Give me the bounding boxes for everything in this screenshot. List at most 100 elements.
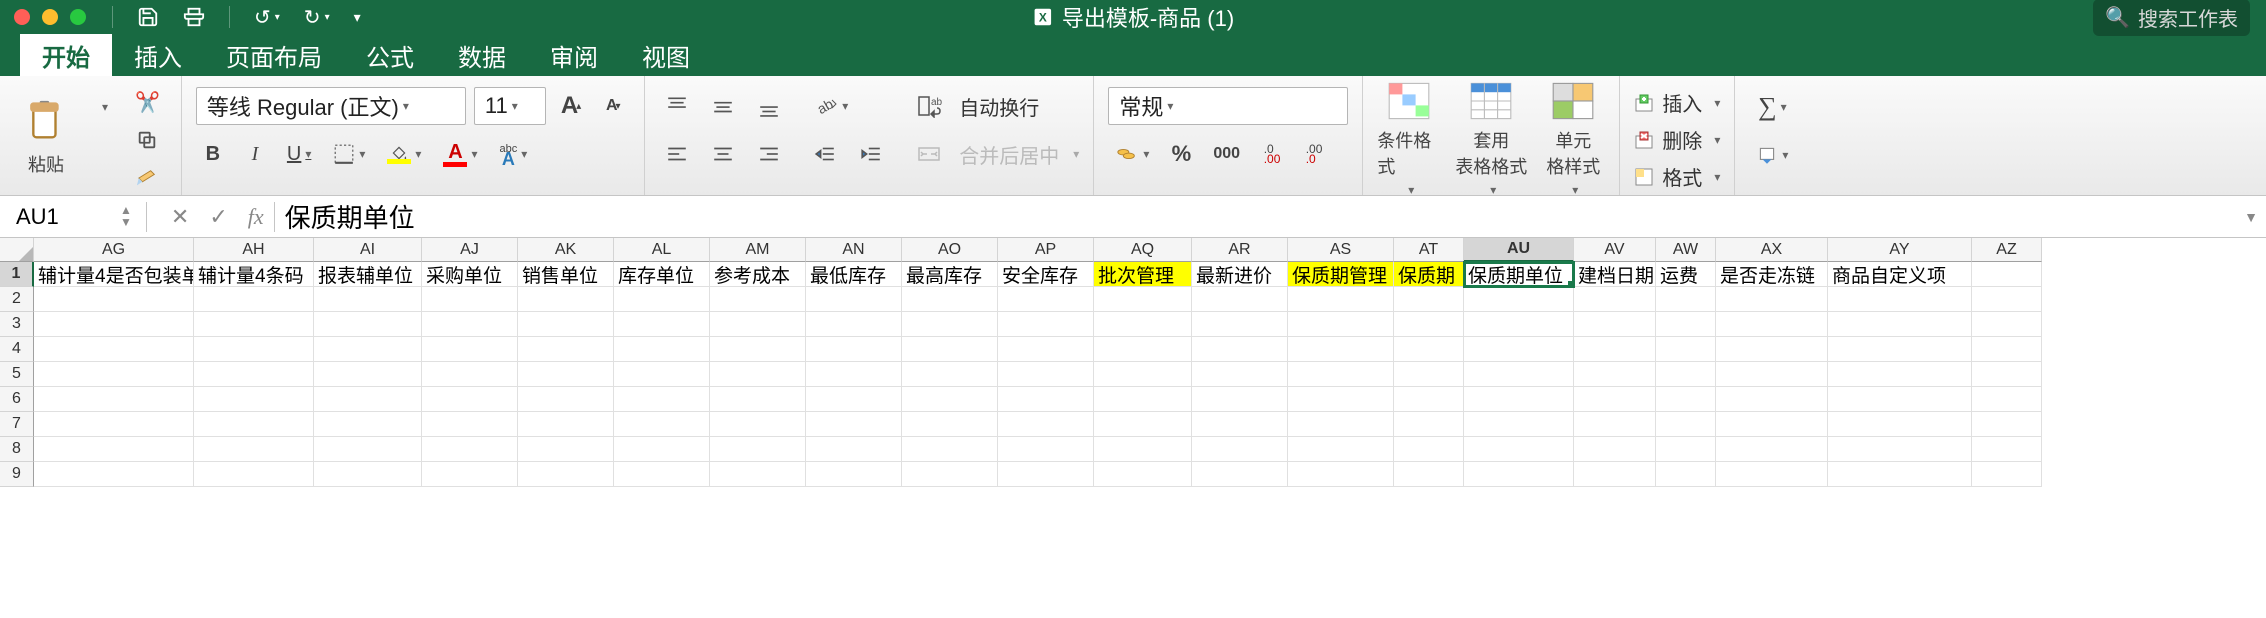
delete-cells-button[interactable]: 删除 — [1634, 125, 1720, 154]
search-sheet-input[interactable]: 🔍 搜索工作表 — [2093, 0, 2250, 36]
cell[interactable] — [1192, 437, 1288, 462]
cell[interactable] — [710, 412, 806, 437]
cell[interactable] — [518, 462, 614, 487]
cell[interactable] — [1574, 462, 1656, 487]
cell[interactable] — [1656, 387, 1716, 412]
cell[interactable] — [998, 362, 1094, 387]
cell[interactable] — [1972, 462, 2042, 487]
cell[interactable] — [1656, 362, 1716, 387]
cell[interactable] — [806, 437, 902, 462]
cell[interactable] — [1656, 437, 1716, 462]
cell[interactable] — [1288, 412, 1394, 437]
cell[interactable] — [422, 462, 518, 487]
column-header[interactable]: AH — [194, 238, 314, 262]
select-all-corner[interactable] — [0, 238, 34, 262]
cell[interactable] — [34, 337, 194, 362]
increase-decimal-icon[interactable]: .0.00 — [1255, 137, 1289, 171]
align-middle-icon[interactable] — [705, 89, 741, 123]
cell[interactable] — [1656, 412, 1716, 437]
save-icon[interactable] — [137, 6, 159, 28]
cell[interactable] — [1972, 412, 2042, 437]
cell[interactable] — [1094, 462, 1192, 487]
cell[interactable]: 保质期单位 — [1464, 262, 1574, 287]
cell[interactable] — [1192, 362, 1288, 387]
cell[interactable] — [314, 312, 422, 337]
cell[interactable] — [806, 337, 902, 362]
cell[interactable] — [1192, 287, 1288, 312]
cell[interactable] — [1828, 412, 1972, 437]
cell[interactable] — [1716, 387, 1828, 412]
cell[interactable] — [1828, 337, 1972, 362]
cell[interactable] — [518, 312, 614, 337]
cell[interactable] — [1716, 337, 1828, 362]
underline-button[interactable]: U — [280, 137, 318, 171]
cell[interactable] — [1828, 312, 1972, 337]
cell[interactable] — [806, 412, 902, 437]
cell[interactable] — [422, 437, 518, 462]
cell[interactable] — [314, 337, 422, 362]
row-header[interactable]: 2 — [0, 287, 34, 312]
cell[interactable] — [1716, 437, 1828, 462]
column-header[interactable]: AL — [614, 238, 710, 262]
font-size-select[interactable]: 11 — [474, 87, 546, 125]
fill-color-button[interactable] — [380, 137, 428, 171]
cell[interactable] — [998, 462, 1094, 487]
align-center-icon[interactable] — [705, 137, 741, 171]
cell[interactable]: 保质期 — [1394, 262, 1464, 287]
cell[interactable] — [194, 412, 314, 437]
cell[interactable] — [1288, 462, 1394, 487]
tab-view[interactable]: 视图 — [620, 34, 712, 76]
cell[interactable] — [1828, 462, 1972, 487]
cell[interactable] — [1716, 312, 1828, 337]
cell[interactable] — [710, 387, 806, 412]
cell[interactable] — [1464, 312, 1574, 337]
cell[interactable] — [710, 287, 806, 312]
align-top-icon[interactable] — [659, 89, 695, 123]
cell[interactable] — [1828, 362, 1972, 387]
autosum-button[interactable]: ∑ — [1749, 90, 1795, 124]
cell[interactable] — [314, 362, 422, 387]
format-painter-icon[interactable] — [128, 165, 167, 193]
cell[interactable] — [1094, 412, 1192, 437]
cell[interactable] — [1972, 312, 2042, 337]
column-header[interactable]: AV — [1574, 238, 1656, 262]
cell[interactable] — [998, 312, 1094, 337]
format-cells-button[interactable]: 格式 — [1634, 162, 1720, 191]
cell[interactable] — [1094, 387, 1192, 412]
cell[interactable] — [1192, 462, 1288, 487]
cell[interactable] — [314, 287, 422, 312]
merge-center-icon[interactable] — [909, 137, 949, 171]
merge-center-label[interactable]: 合并后居中 — [959, 140, 1059, 169]
cell[interactable] — [1094, 337, 1192, 362]
cell[interactable] — [902, 337, 998, 362]
cell[interactable] — [518, 437, 614, 462]
cell[interactable] — [614, 312, 710, 337]
cell[interactable] — [1288, 337, 1394, 362]
cell[interactable] — [1394, 412, 1464, 437]
cell[interactable]: 参考成本 — [710, 262, 806, 287]
cell[interactable] — [194, 287, 314, 312]
cell[interactable] — [1972, 362, 2042, 387]
cell[interactable] — [1394, 387, 1464, 412]
cell[interactable] — [1716, 462, 1828, 487]
cell[interactable] — [422, 412, 518, 437]
column-header[interactable]: AM — [710, 238, 806, 262]
qat-customize-icon[interactable]: ▾ — [354, 9, 361, 26]
column-header[interactable]: AO — [902, 238, 998, 262]
row-header[interactable]: 4 — [0, 337, 34, 362]
cell[interactable] — [1972, 387, 2042, 412]
cell[interactable] — [902, 412, 998, 437]
cell[interactable] — [1574, 387, 1656, 412]
cell[interactable] — [1828, 437, 1972, 462]
cell[interactable] — [314, 462, 422, 487]
cell[interactable] — [998, 337, 1094, 362]
cell[interactable] — [1464, 337, 1574, 362]
cell[interactable] — [614, 462, 710, 487]
column-header[interactable]: AN — [806, 238, 902, 262]
close-window-icon[interactable] — [14, 9, 30, 25]
cell[interactable] — [1394, 337, 1464, 362]
cell[interactable] — [194, 362, 314, 387]
column-header[interactable]: AU — [1464, 238, 1574, 262]
cell-styles-button[interactable]: 单元 格样式 — [1541, 79, 1605, 197]
cell[interactable] — [34, 387, 194, 412]
